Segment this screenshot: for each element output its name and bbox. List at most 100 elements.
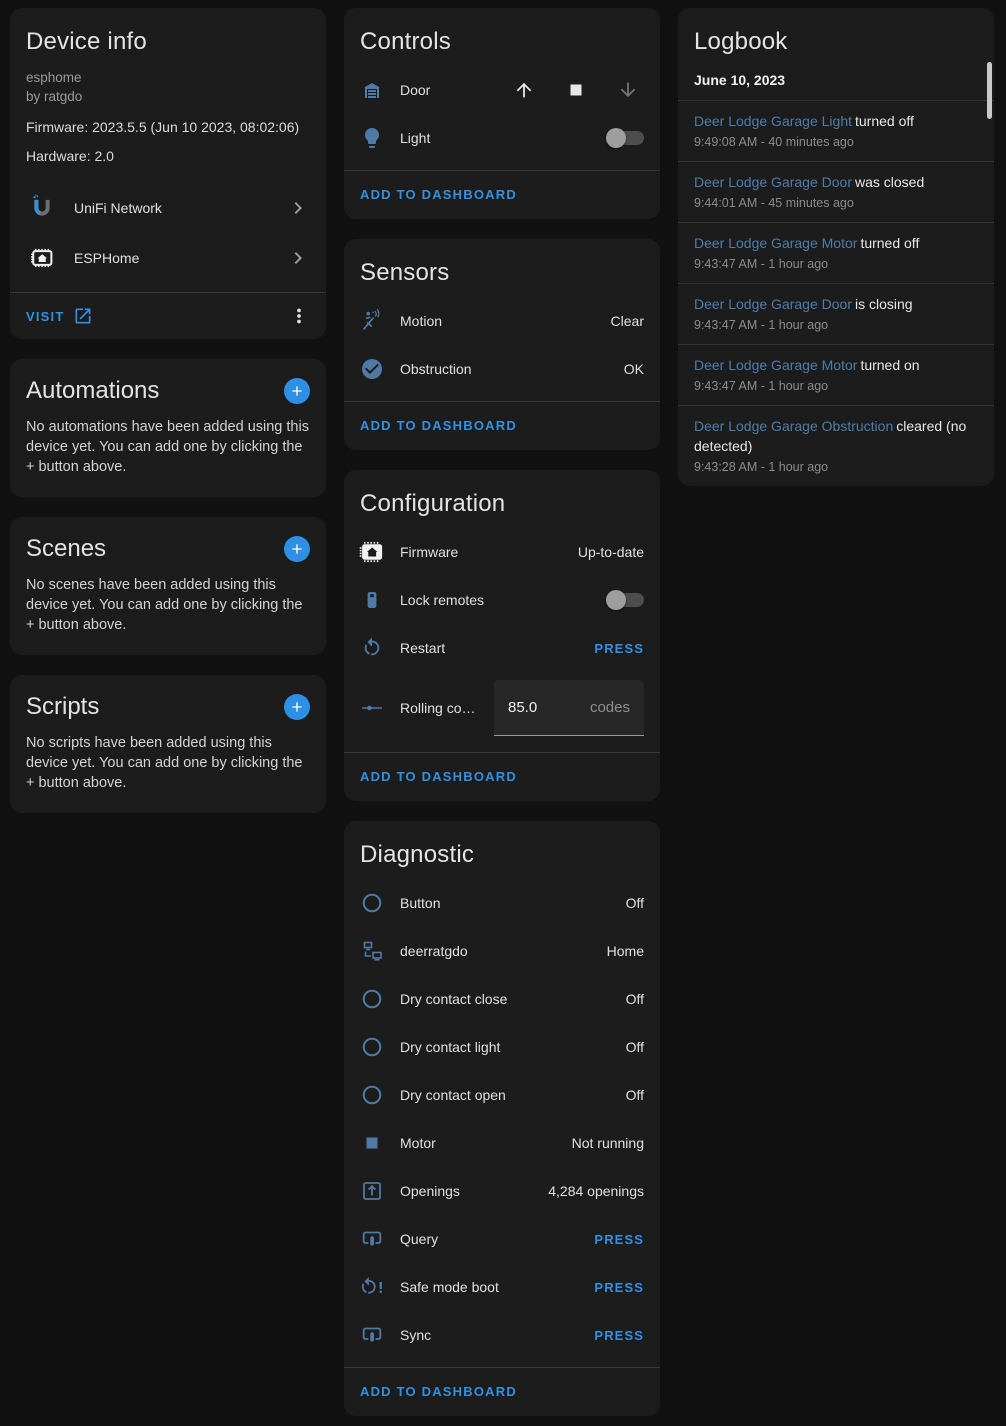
plus-icon <box>292 544 302 554</box>
diagnostic-card: Diagnostic Button Off deerratgdo Home Dr… <box>344 821 660 1416</box>
left-column: Device info esphome by ratgdo Firmware: … <box>10 8 326 813</box>
diag-value: 4,284 openings <box>548 1183 644 1199</box>
add-automation-button[interactable] <box>284 378 310 404</box>
visit-button[interactable]: VISIT <box>26 306 93 326</box>
sensor-row-motion[interactable]: Motion Clear <box>344 297 660 345</box>
esphome-chip-icon <box>356 536 388 568</box>
configuration-footer: ADD TO DASHBOARD <box>344 753 660 801</box>
diag-row-dry-contact-open[interactable]: Dry contact open Off <box>344 1071 660 1119</box>
diag-name: Dry contact close <box>400 991 508 1007</box>
close-down-arrow-icon[interactable] <box>616 78 640 102</box>
diag-row-openings[interactable]: Openings 4,284 openings <box>344 1167 660 1215</box>
integration-row-esphome[interactable]: ESPHome <box>10 234 326 282</box>
integration-row-unifi[interactable]: UniFi Network <box>10 184 326 232</box>
kebab-menu-icon[interactable] <box>288 305 310 327</box>
config-row-lock-remotes[interactable]: Lock remotes <box>344 576 660 624</box>
rolling-code-value: 85.0 <box>508 699 538 716</box>
sensor-value: OK <box>623 361 644 377</box>
light-toggle[interactable] <box>606 128 644 148</box>
restart-press-button[interactable]: PRESS <box>594 641 644 656</box>
diag-row-motor[interactable]: Motor Not running <box>344 1119 660 1167</box>
logbook-entity-link[interactable]: Deer Lodge Garage Door <box>694 296 852 312</box>
lan-icon <box>360 939 384 963</box>
add-to-dashboard-button[interactable]: ADD TO DASHBOARD <box>360 769 517 784</box>
logbook-entity-link[interactable]: Deer Lodge Garage Motor <box>694 357 857 373</box>
logbook-entity-link[interactable]: Deer Lodge Garage Obstruction <box>694 418 893 434</box>
radiobox-blank-icon <box>360 1083 384 1107</box>
logbook-entry: Deer Lodge Garage Door is closing 9:43:47… <box>678 283 994 344</box>
stop-square-icon[interactable] <box>564 78 588 102</box>
logbook-entry-text: Deer Lodge Garage Door was closed <box>694 172 978 192</box>
logbook-entity-link[interactable]: Deer Lodge Garage Motor <box>694 235 857 251</box>
logbook-timestamp: 9:44:01 AM - 45 minutes ago <box>694 196 854 210</box>
logbook-action: turned on <box>860 357 920 373</box>
remote-icon <box>360 588 384 612</box>
scenes-card: Scenes No scenes have been added using t… <box>10 517 326 655</box>
configuration-title: Configuration <box>360 490 506 517</box>
tap-button-icon <box>360 1227 384 1251</box>
sync-press-button[interactable]: PRESS <box>594 1328 644 1343</box>
config-row-restart[interactable]: Restart PRESS <box>344 624 660 672</box>
logbook-date-header: June 10, 2023 <box>694 72 786 88</box>
diag-row-button[interactable]: Button Off <box>344 879 660 927</box>
config-row-rolling-code[interactable]: Rolling co… 85.0 codes <box>344 672 660 744</box>
add-to-dashboard-button[interactable]: ADD TO DASHBOARD <box>360 418 517 433</box>
lightbulb-icon <box>360 126 384 150</box>
control-row-door[interactable]: Door <box>344 66 660 114</box>
logbook-entry: Deer Lodge Garage Motor turned on 9:43:47… <box>678 344 994 405</box>
logbook-entity-link[interactable]: Deer Lodge Garage Light <box>694 113 852 129</box>
rolling-code-unit: codes <box>589 699 630 716</box>
device-name: esphome <box>26 70 82 85</box>
logbook-entry-text: Deer Lodge Garage Motor turned on <box>694 355 978 375</box>
integration-label: ESPHome <box>74 250 140 266</box>
add-script-button[interactable] <box>284 694 310 720</box>
control-name: Door <box>400 82 431 98</box>
rolling-code-input[interactable]: 85.0 codes <box>494 680 644 736</box>
diag-name: Openings <box>400 1183 460 1199</box>
logbook-timestamp: 9:43:47 AM - 1 hour ago <box>694 379 829 393</box>
check-circle-icon <box>360 357 384 381</box>
radiobox-blank-icon <box>360 987 384 1011</box>
logbook-timestamp: 9:43:47 AM - 1 hour ago <box>694 318 829 332</box>
logbook-scrollbar[interactable] <box>987 62 992 119</box>
diag-name: Query <box>400 1231 439 1247</box>
scenes-header: Scenes <box>10 517 326 571</box>
safe-mode-boot-press-button[interactable]: PRESS <box>594 1280 644 1295</box>
diag-row-query[interactable]: Query PRESS <box>344 1215 660 1263</box>
diag-value: Off <box>625 895 644 911</box>
diag-row-safe-mode-boot[interactable]: Safe mode boot PRESS <box>344 1263 660 1311</box>
add-scene-button[interactable] <box>284 536 310 562</box>
logbook-entry: Deer Lodge Garage Motor turned off 9:43:4… <box>678 222 994 283</box>
sensor-row-obstruction[interactable]: Obstruction OK <box>344 345 660 393</box>
logbook-entry: Deer Lodge Garage Obstruction cleared (no… <box>678 405 994 486</box>
esphome-logo-icon <box>26 242 58 274</box>
sensor-value: Clear <box>610 313 644 329</box>
diag-row-sync[interactable]: Sync PRESS <box>344 1311 660 1359</box>
scripts-title: Scripts <box>26 693 100 720</box>
diag-value: Home <box>606 943 644 959</box>
logbook-action: turned off <box>855 113 914 129</box>
add-to-dashboard-button[interactable]: ADD TO DASHBOARD <box>360 187 517 202</box>
config-row-firmware[interactable]: Firmware Up-to-date <box>344 528 660 576</box>
control-row-light[interactable]: Light <box>344 114 660 162</box>
sensors-title: Sensors <box>360 259 450 286</box>
chevron-right-icon <box>286 246 310 270</box>
motion-sensor-icon <box>360 309 384 333</box>
diag-row-dry-contact-close[interactable]: Dry contact close Off <box>344 975 660 1023</box>
diag-row-deerratgdo[interactable]: deerratgdo Home <box>344 927 660 975</box>
unifi-logo-icon <box>26 192 58 224</box>
chevron-right-icon <box>286 196 310 220</box>
logbook-entity-link[interactable]: Deer Lodge Garage Door <box>694 174 852 190</box>
lock-remotes-toggle[interactable] <box>606 590 644 610</box>
logbook-entry-text: Deer Lodge Garage Door is closing <box>694 294 978 314</box>
add-to-dashboard-button[interactable]: ADD TO DASHBOARD <box>360 1384 517 1399</box>
logbook-action: turned off <box>860 235 920 251</box>
logbook-timestamp: 9:43:28 AM - 1 hour ago <box>694 460 829 474</box>
open-up-arrow-icon[interactable] <box>512 78 536 102</box>
control-name: Light <box>400 130 431 146</box>
diag-row-dry-contact-light[interactable]: Dry contact light Off <box>344 1023 660 1071</box>
plus-icon <box>292 702 302 712</box>
logbook-title: Logbook <box>694 28 788 55</box>
ray-vertex-icon <box>360 696 384 720</box>
query-press-button[interactable]: PRESS <box>594 1232 644 1247</box>
